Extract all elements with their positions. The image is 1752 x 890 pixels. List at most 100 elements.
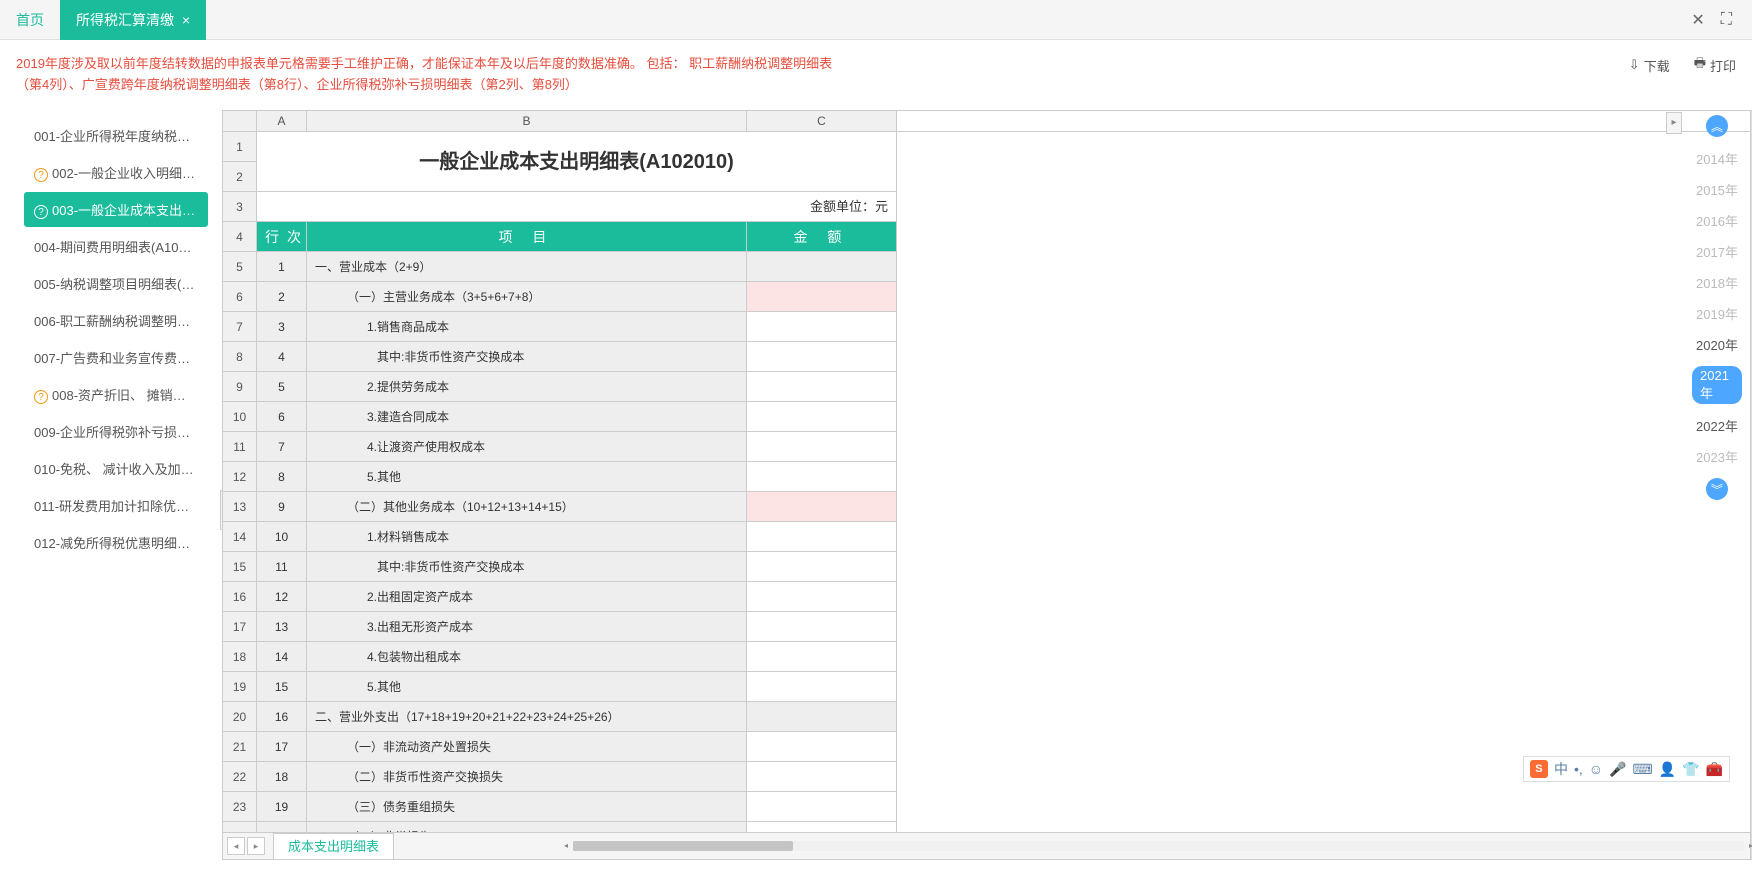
cell-amount[interactable] bbox=[747, 372, 897, 402]
row-header[interactable]: 2 bbox=[223, 162, 257, 192]
cell-amount[interactable] bbox=[747, 612, 897, 642]
ime-keyboard-icon[interactable]: ⌨ bbox=[1632, 761, 1652, 778]
sidebar-item-7[interactable]: ?008-资产折旧、 摊销及纳税... bbox=[24, 377, 208, 412]
year-down-icon[interactable]: ︾ bbox=[1706, 478, 1728, 500]
sidebar-item-9[interactable]: 010-免税、 减计收入及加计... bbox=[24, 451, 208, 486]
print-button[interactable]: 🖶打印 bbox=[1694, 54, 1736, 76]
sidebar-item-5[interactable]: 006-职工薪酬纳税调整明细... bbox=[24, 303, 208, 338]
close-icon[interactable]: × bbox=[182, 12, 190, 28]
row-header[interactable]: 19 bbox=[223, 672, 257, 702]
year-2018年[interactable]: 2018年 bbox=[1696, 273, 1738, 292]
select-all-corner[interactable] bbox=[223, 111, 257, 131]
cell-amount[interactable] bbox=[747, 462, 897, 492]
scroll-thumb[interactable] bbox=[573, 841, 793, 851]
row-header[interactable]: 1 bbox=[223, 132, 257, 162]
sidebar-item-2[interactable]: ?003-一般企业成本支出明细... bbox=[24, 192, 208, 227]
tab-active[interactable]: 所得税汇算清缴 × bbox=[60, 0, 206, 40]
close-window-icon[interactable]: ✕ bbox=[1691, 10, 1704, 30]
row-header[interactable]: 24 bbox=[223, 822, 257, 833]
cell-amount[interactable] bbox=[747, 792, 897, 822]
row-header[interactable]: 14 bbox=[223, 522, 257, 552]
sidebar-item-11[interactable]: 012-减免所得税优惠明细表(... bbox=[24, 525, 208, 560]
year-2016年[interactable]: 2016年 bbox=[1696, 211, 1738, 230]
cell-amount[interactable] bbox=[747, 522, 897, 552]
sheet-area: A B C 12一般企业成本支出明细表(A102010)3金额单位：元4行次项 … bbox=[220, 110, 1752, 860]
row-header[interactable]: 5 bbox=[223, 252, 257, 282]
cell-amount[interactable] bbox=[747, 492, 897, 522]
row-header[interactable]: 10 bbox=[223, 402, 257, 432]
sheet-nav-first[interactable]: ◂ bbox=[227, 837, 245, 855]
ime-skin-icon[interactable]: 👕 bbox=[1682, 761, 1699, 778]
sidebar-item-3[interactable]: 004-期间费用明细表(A1040... bbox=[24, 229, 208, 264]
ime-toolbox-icon[interactable]: 🧰 bbox=[1706, 761, 1723, 778]
cell-amount[interactable] bbox=[747, 732, 897, 762]
row-header[interactable]: 11 bbox=[223, 432, 257, 462]
sidebar-item-0[interactable]: 001-企业所得税年度纳税申... bbox=[24, 118, 208, 153]
year-2014年[interactable]: 2014年 bbox=[1696, 149, 1738, 168]
row-header[interactable]: 23 bbox=[223, 792, 257, 822]
ime-lang[interactable]: 中 bbox=[1554, 759, 1568, 779]
cell-amount[interactable] bbox=[747, 642, 897, 672]
cell-amount[interactable] bbox=[747, 432, 897, 462]
sheet-title: 一般企业成本支出明细表(A102010) bbox=[257, 132, 897, 192]
ime-punct-icon[interactable]: •, bbox=[1574, 761, 1583, 777]
row-header[interactable]: 3 bbox=[223, 192, 257, 222]
sidebar-item-8[interactable]: 009-企业所得税弥补亏损明... bbox=[24, 414, 208, 449]
download-button[interactable]: ⇩下载 bbox=[1629, 54, 1670, 76]
year-2021年[interactable]: 2021年 bbox=[1692, 366, 1742, 404]
row-header[interactable]: 8 bbox=[223, 342, 257, 372]
cell-amount[interactable] bbox=[747, 552, 897, 582]
fullscreen-icon[interactable]: ⛶ bbox=[1721, 11, 1732, 29]
cell-rownum: 5 bbox=[257, 372, 307, 402]
row-header[interactable]: 22 bbox=[223, 762, 257, 792]
cell-amount[interactable] bbox=[747, 672, 897, 702]
year-2017年[interactable]: 2017年 bbox=[1696, 242, 1738, 261]
expand-right-icon[interactable]: ▸ bbox=[1666, 112, 1682, 134]
scroll-right-icon[interactable]: ▸ bbox=[1746, 841, 1752, 851]
cell-amount[interactable] bbox=[747, 252, 897, 282]
sidebar-item-6[interactable]: 007-广告费和业务宣传费跨... bbox=[24, 340, 208, 375]
year-2020年[interactable]: 2020年 bbox=[1696, 335, 1738, 354]
horizontal-scrollbar[interactable]: ◂ ▸ bbox=[573, 841, 1744, 851]
row-header[interactable]: 17 bbox=[223, 612, 257, 642]
cell-amount[interactable] bbox=[747, 312, 897, 342]
row-header[interactable]: 16 bbox=[223, 582, 257, 612]
col-header-C[interactable]: C bbox=[747, 111, 897, 131]
cell-amount[interactable] bbox=[747, 402, 897, 432]
sheet-nav-last[interactable]: ▸ bbox=[247, 837, 265, 855]
scroll-left-icon[interactable]: ◂ bbox=[561, 841, 571, 851]
cell-amount[interactable] bbox=[747, 702, 897, 732]
year-up-icon[interactable]: ︽ bbox=[1706, 115, 1728, 137]
ime-person-icon[interactable]: 👤 bbox=[1659, 761, 1676, 778]
row-header[interactable]: 12 bbox=[223, 462, 257, 492]
cell-amount[interactable] bbox=[747, 762, 897, 792]
cell-amount[interactable] bbox=[747, 282, 897, 312]
row-header[interactable]: 20 bbox=[223, 702, 257, 732]
tab-home[interactable]: 首页 bbox=[0, 0, 60, 40]
cell-amount[interactable] bbox=[747, 342, 897, 372]
ime-logo-icon[interactable]: S bbox=[1530, 760, 1548, 778]
cell-amount[interactable] bbox=[747, 582, 897, 612]
sheet-tab[interactable]: 成本支出明细表 bbox=[273, 833, 394, 859]
row-header[interactable]: 4 bbox=[223, 222, 257, 252]
row-header[interactable]: 13 bbox=[223, 492, 257, 522]
sidebar-item-10[interactable]: 011-研发费用加计扣除优惠... bbox=[24, 488, 208, 523]
year-2015年[interactable]: 2015年 bbox=[1696, 180, 1738, 199]
col-header-B[interactable]: B bbox=[307, 111, 747, 131]
sidebar-item-4[interactable]: 005-纳税调整项目明细表(A... bbox=[24, 266, 208, 301]
row-header[interactable]: 9 bbox=[223, 372, 257, 402]
row-header[interactable]: 18 bbox=[223, 642, 257, 672]
ime-emoji-icon[interactable]: ☺ bbox=[1589, 761, 1603, 777]
col-header-A[interactable]: A bbox=[257, 111, 307, 131]
year-2022年[interactable]: 2022年 bbox=[1696, 416, 1738, 435]
year-2023年[interactable]: 2023年 bbox=[1696, 447, 1738, 466]
sidebar-item-1[interactable]: ?002-一般企业收入明细表(A10... bbox=[24, 155, 208, 190]
cell-item: 2.出租固定资产成本 bbox=[307, 582, 747, 612]
row-header[interactable]: 7 bbox=[223, 312, 257, 342]
row-header[interactable]: 15 bbox=[223, 552, 257, 582]
year-2019年[interactable]: 2019年 bbox=[1696, 304, 1738, 323]
row-header[interactable]: 6 bbox=[223, 282, 257, 312]
cell-amount[interactable] bbox=[747, 822, 897, 833]
row-header[interactable]: 21 bbox=[223, 732, 257, 762]
ime-mic-icon[interactable]: 🎤 bbox=[1609, 761, 1626, 778]
